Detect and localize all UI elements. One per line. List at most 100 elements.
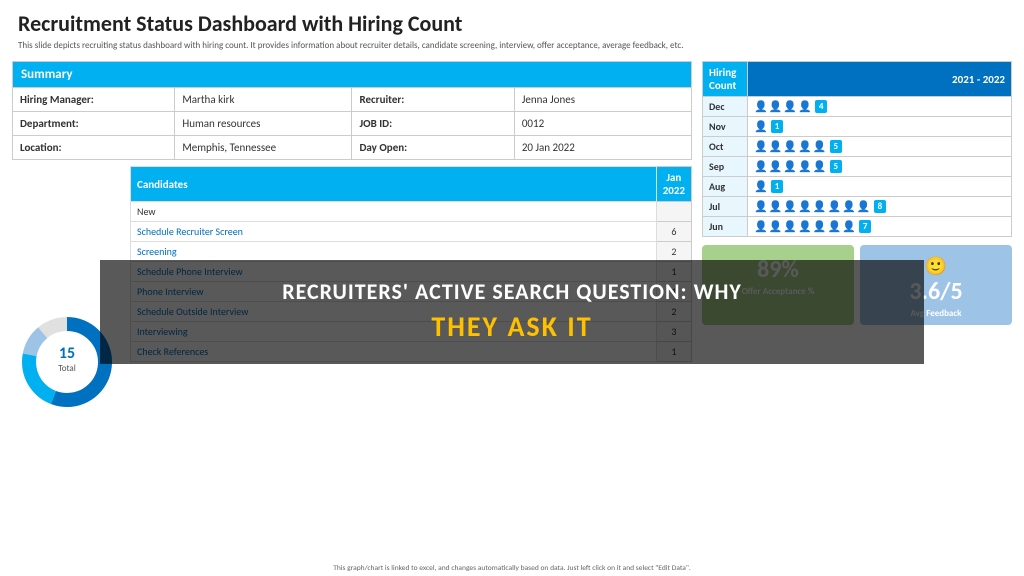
figure-icons: 👤 👤 👤 👤 👤 👤 👤 7 xyxy=(754,220,871,233)
table-row: Location: Memphis, Tennessee Day Open: 2… xyxy=(13,136,692,160)
person-icon: 👤 xyxy=(798,100,812,113)
person-icon: 👤 xyxy=(783,200,797,213)
hiring-manager-label: Hiring Manager: xyxy=(13,88,175,112)
figure-icons: 👤 👤 👤 👤 👤 👤 👤 👤 8 xyxy=(754,200,886,213)
person-icon: 👤 xyxy=(783,140,797,153)
person-icon: 👤 xyxy=(813,160,827,173)
person-icon: 👤 xyxy=(754,120,768,133)
page-title: Recruitment Status Dashboard with Hiring… xyxy=(18,10,1006,37)
footer-text: This graph/chart is linked to excel, and… xyxy=(333,564,691,573)
person-icon: 👤 xyxy=(857,200,871,213)
hiring-year-label: 2021 - 2022 xyxy=(748,62,1012,97)
summary-header: Summary xyxy=(13,62,692,88)
month-label: Jul xyxy=(703,197,748,217)
count-badge: 5 xyxy=(830,140,843,153)
month-icons: 👤 👤 👤 👤 👤 5 xyxy=(748,157,1012,177)
person-icon: 👤 xyxy=(783,220,797,233)
person-icon: 👤 xyxy=(783,160,797,173)
table-row: Sep 👤 👤 👤 👤 👤 5 xyxy=(703,157,1012,177)
department-value: Human resources xyxy=(175,112,352,136)
hiring-count-label: Hiring Count xyxy=(703,62,748,97)
figure-icons: 👤 👤 👤 👤 4 xyxy=(754,100,827,113)
candidate-stage: New xyxy=(131,202,657,222)
month-label: Oct xyxy=(703,137,748,157)
person-icon: 👤 xyxy=(813,140,827,153)
header-subtitle: This slide depicts recruiting status das… xyxy=(18,40,1006,51)
table-row: Department: Human resources JOB ID: 0012 xyxy=(13,112,692,136)
table-row: Nov 👤 1 xyxy=(703,117,1012,137)
person-icon: 👤 xyxy=(828,200,842,213)
table-row: Schedule Recruiter Screen 6 xyxy=(131,222,692,242)
person-icon: 👤 xyxy=(828,220,842,233)
person-icon: 👤 xyxy=(754,220,768,233)
month-icons: 👤 1 xyxy=(748,177,1012,197)
person-icon: 👤 xyxy=(769,220,783,233)
table-row: Aug 👤 1 xyxy=(703,177,1012,197)
hiring-table: Hiring Count 2021 - 2022 Dec 👤 👤 👤 👤 4 xyxy=(702,61,1012,237)
figure-icons: 👤 1 xyxy=(754,120,783,133)
count-badge: 1 xyxy=(771,180,784,193)
figure-icons: 👤 👤 👤 👤 👤 5 xyxy=(754,160,842,173)
table-row: Hiring Manager: Martha kirk Recruiter: J… xyxy=(13,88,692,112)
table-row: Jul 👤 👤 👤 👤 👤 👤 👤 👤 8 xyxy=(703,197,1012,217)
month-icons: 👤 👤 👤 👤 👤 👤 👤 👤 8 xyxy=(748,197,1012,217)
month-icons: 👤 👤 👤 👤 👤 5 xyxy=(748,137,1012,157)
summary-table: Summary Hiring Manager: Martha kirk Recr… xyxy=(12,61,692,160)
figure-icons: 👤 1 xyxy=(754,180,783,193)
person-icon: 👤 xyxy=(754,160,768,173)
count-badge: 5 xyxy=(830,160,843,173)
overlay-line1: RECRUITERS' ACTIVE SEARCH QUESTION: WHY xyxy=(130,278,894,305)
count-badge: 1 xyxy=(771,120,784,133)
person-icon: 👤 xyxy=(769,160,783,173)
count-badge: 8 xyxy=(874,200,887,213)
person-icon: 👤 xyxy=(754,180,768,193)
person-icon: 👤 xyxy=(754,140,768,153)
month-label: Nov xyxy=(703,117,748,137)
person-icon: 👤 xyxy=(798,220,812,233)
dayopen-value: 20 Jan 2022 xyxy=(514,136,691,160)
table-row: Jun 👤 👤 👤 👤 👤 👤 👤 7 xyxy=(703,217,1012,237)
table-row: New xyxy=(131,202,692,222)
table-row: Oct 👤 👤 👤 👤 👤 5 xyxy=(703,137,1012,157)
month-label: Sep xyxy=(703,157,748,177)
location-label: Location: xyxy=(13,136,175,160)
department-label: Department: xyxy=(13,112,175,136)
person-icon: 👤 xyxy=(813,200,827,213)
month-label: Jun xyxy=(703,217,748,237)
person-icon: 👤 xyxy=(769,140,783,153)
recruiter-value: Jenna Jones xyxy=(514,88,691,112)
location-value: Memphis, Tennessee xyxy=(175,136,352,160)
person-icon: 👤 xyxy=(754,200,768,213)
month-label: Aug xyxy=(703,177,748,197)
month-icons: 👤 👤 👤 👤 4 xyxy=(748,97,1012,117)
candidate-count: 2 xyxy=(656,242,691,262)
header: Recruitment Status Dashboard with Hiring… xyxy=(0,0,1024,55)
person-icon: 👤 xyxy=(769,200,783,213)
count-badge: 7 xyxy=(859,220,872,233)
recruiter-label: Recruiter: xyxy=(352,88,514,112)
candidate-count xyxy=(656,202,691,222)
person-icon: 👤 xyxy=(842,200,856,213)
month-icons: 👤 👤 👤 👤 👤 👤 👤 7 xyxy=(748,217,1012,237)
candidate-count: 6 xyxy=(656,222,691,242)
candidates-header: Candidates xyxy=(131,167,657,202)
month-label: Dec xyxy=(703,97,748,117)
table-row: Dec 👤 👤 👤 👤 4 xyxy=(703,97,1012,117)
person-icon: 👤 xyxy=(754,100,768,113)
figure-icons: 👤 👤 👤 👤 👤 5 xyxy=(754,140,842,153)
person-icon: 👤 xyxy=(769,100,783,113)
person-icon: 👤 xyxy=(798,200,812,213)
table-row: Screening 2 xyxy=(131,242,692,262)
slide: Recruitment Status Dashboard with Hiring… xyxy=(0,0,1024,576)
svg-text:15: 15 xyxy=(59,344,75,363)
candidate-stage: Schedule Recruiter Screen xyxy=(131,222,657,242)
overlay-banner: RECRUITERS' ACTIVE SEARCH QUESTION: WHY … xyxy=(100,260,924,364)
footer: This graph/chart is linked to excel, and… xyxy=(12,564,1012,573)
candidates-date: Jan 2022 xyxy=(656,167,691,202)
overlay-line2: THEY ASK IT xyxy=(130,309,894,344)
person-icon: 👤 xyxy=(783,100,797,113)
month-icons: 👤 1 xyxy=(748,117,1012,137)
person-icon: 👤 xyxy=(798,140,812,153)
person-icon: 👤 xyxy=(813,220,827,233)
hiring-manager-value: Martha kirk xyxy=(175,88,352,112)
